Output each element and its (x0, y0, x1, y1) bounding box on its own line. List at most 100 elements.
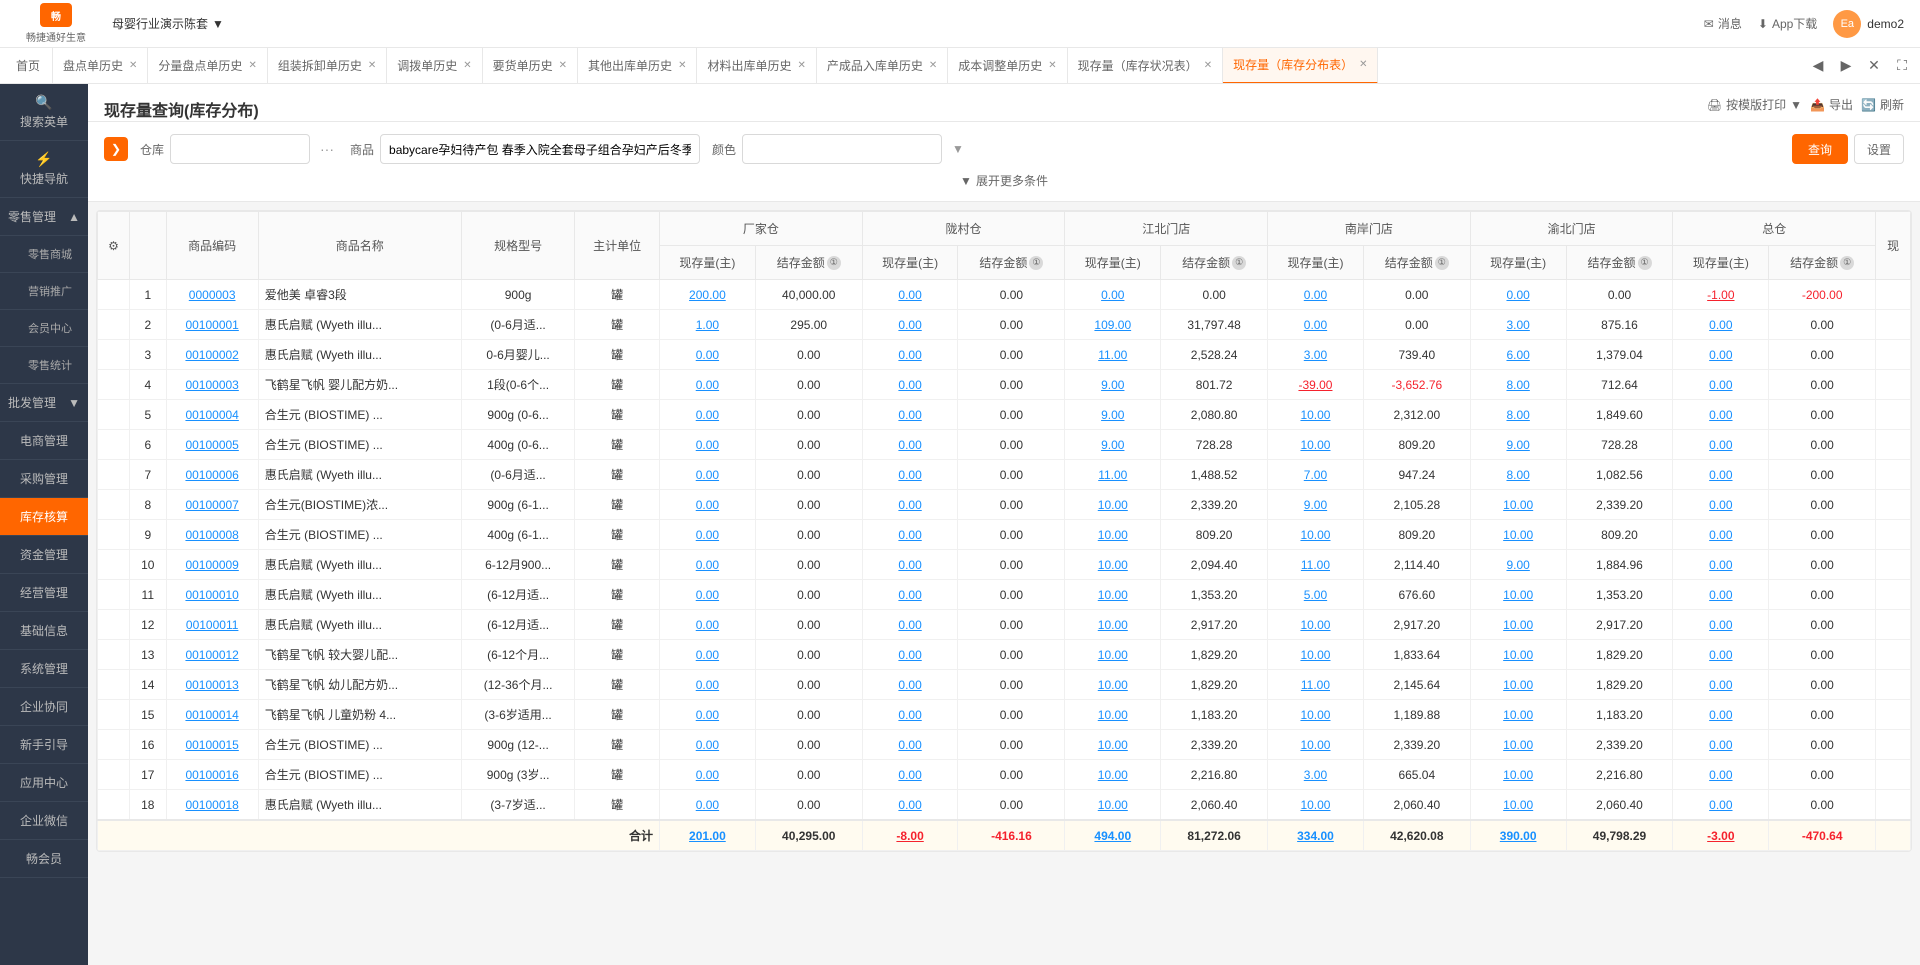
row-na-qty[interactable]: 0.00 (1268, 280, 1364, 310)
summary-yb-qty[interactable]: 390.00 (1470, 820, 1566, 851)
row-lc-qty[interactable]: 0.00 (862, 580, 958, 610)
row-code[interactable]: 00100012 (166, 640, 258, 670)
row-code[interactable]: 00100011 (166, 610, 258, 640)
row-na-qty[interactable]: 7.00 (1268, 460, 1364, 490)
sidebar-item-retail-stats[interactable]: 零售统计 (0, 347, 88, 384)
export-button[interactable]: 📤 导出 (1810, 96, 1853, 113)
row-total-qty[interactable]: 0.00 (1673, 520, 1769, 550)
tab-0-close[interactable]: ✕ (129, 60, 137, 71)
row-jb-qty[interactable]: 10.00 (1065, 670, 1161, 700)
row-code[interactable]: 00100003 (166, 370, 258, 400)
summary-total-qty[interactable]: -3.00 (1673, 820, 1769, 851)
refresh-button[interactable]: 🔄 刷新 (1861, 96, 1904, 113)
sidebar-item-wholesale-mgmt[interactable]: 批发管理 ▼ (0, 384, 88, 422)
sidebar-item-ecommerce[interactable]: 电商管理 (0, 422, 88, 460)
row-fc-qty[interactable]: 200.00 (660, 280, 756, 310)
row-na-qty[interactable]: -39.00 (1268, 370, 1364, 400)
row-fc-qty[interactable]: 0.00 (660, 670, 756, 700)
nav-prev-button[interactable]: ◀ (1804, 52, 1832, 80)
sidebar-item-vip[interactable]: 畅会员 (0, 840, 88, 878)
row-fc-qty[interactable]: 0.00 (660, 460, 756, 490)
row-lc-qty[interactable]: 0.00 (862, 730, 958, 760)
row-code[interactable]: 00100015 (166, 730, 258, 760)
row-yb-qty[interactable]: 10.00 (1470, 610, 1566, 640)
row-lc-qty[interactable]: 0.00 (862, 460, 958, 490)
sidebar-item-operation[interactable]: 经营管理 (0, 574, 88, 612)
row-jb-qty[interactable]: 10.00 (1065, 730, 1161, 760)
row-jb-qty[interactable]: 9.00 (1065, 370, 1161, 400)
message-button[interactable]: ✉ 消息 (1704, 15, 1742, 32)
row-jb-qty[interactable]: 11.00 (1065, 460, 1161, 490)
row-total-qty[interactable]: 0.00 (1673, 400, 1769, 430)
row-total-qty[interactable]: -1.00 (1673, 280, 1769, 310)
row-yb-qty[interactable]: 10.00 (1470, 490, 1566, 520)
row-jb-qty[interactable]: 10.00 (1065, 760, 1161, 790)
row-na-qty[interactable]: 10.00 (1268, 400, 1364, 430)
sidebar-item-marketing[interactable]: 营销推广 (0, 273, 88, 310)
row-yb-qty[interactable]: 8.00 (1470, 370, 1566, 400)
row-code[interactable]: 00100016 (166, 760, 258, 790)
row-jb-qty[interactable]: 10.00 (1065, 790, 1161, 821)
row-na-qty[interactable]: 9.00 (1268, 490, 1364, 520)
tab-10-close[interactable]: ✕ (1359, 59, 1367, 70)
row-lc-qty[interactable]: 0.00 (862, 340, 958, 370)
user-area[interactable]: Ea demo2 (1833, 10, 1904, 38)
nav-close-button[interactable]: ✕ (1860, 52, 1888, 80)
row-total-qty[interactable]: 0.00 (1673, 610, 1769, 640)
row-jb-qty[interactable]: 10.00 (1065, 490, 1161, 520)
warehouse-ellipsis[interactable]: ··· (316, 141, 338, 157)
row-total-qty[interactable]: 0.00 (1673, 580, 1769, 610)
row-fc-qty[interactable]: 0.00 (660, 610, 756, 640)
row-code[interactable]: 00100008 (166, 520, 258, 550)
expand-more-btn[interactable]: ▼ 展开更多条件 (104, 172, 1904, 189)
row-yb-qty[interactable]: 9.00 (1470, 550, 1566, 580)
tab-6-close[interactable]: ✕ (797, 60, 805, 71)
row-code[interactable]: 00100010 (166, 580, 258, 610)
tab-6[interactable]: 材料出库单历史 ✕ (697, 48, 816, 84)
row-yb-qty[interactable]: 10.00 (1470, 580, 1566, 610)
tab-3-close[interactable]: ✕ (463, 60, 471, 71)
row-na-qty[interactable]: 11.00 (1268, 670, 1364, 700)
row-fc-qty[interactable]: 1.00 (660, 310, 756, 340)
tab-8[interactable]: 成本调整单历史 ✕ (948, 48, 1067, 84)
row-total-qty[interactable]: 0.00 (1673, 310, 1769, 340)
sidebar-item-quick-nav[interactable]: ⚡ 快捷导航 (0, 141, 88, 198)
row-yb-qty[interactable]: 10.00 (1470, 700, 1566, 730)
sidebar-item-retail-store[interactable]: 零售商城 (0, 236, 88, 273)
tab-8-close[interactable]: ✕ (1048, 60, 1056, 71)
sidebar-item-basic-info[interactable]: 基础信息 (0, 612, 88, 650)
row-na-qty[interactable]: 10.00 (1268, 700, 1364, 730)
row-na-qty[interactable]: 10.00 (1268, 640, 1364, 670)
row-lc-qty[interactable]: 0.00 (862, 400, 958, 430)
industry-selector[interactable]: 母婴行业演示陈套 ▼ (104, 15, 232, 32)
row-fc-qty[interactable]: 0.00 (660, 430, 756, 460)
print-button[interactable]: 🖨 按模版打印 ▼ (1707, 96, 1802, 113)
row-na-qty[interactable]: 10.00 (1268, 730, 1364, 760)
row-code[interactable]: 00100013 (166, 670, 258, 700)
summary-fc-qty[interactable]: 201.00 (660, 820, 756, 851)
row-na-qty[interactable]: 10.00 (1268, 790, 1364, 821)
row-na-qty[interactable]: 3.00 (1268, 760, 1364, 790)
row-yb-qty[interactable]: 10.00 (1470, 790, 1566, 821)
row-jb-qty[interactable]: 10.00 (1065, 580, 1161, 610)
row-total-qty[interactable]: 0.00 (1673, 790, 1769, 821)
row-jb-qty[interactable]: 10.00 (1065, 700, 1161, 730)
row-jb-qty[interactable]: 9.00 (1065, 430, 1161, 460)
row-fc-qty[interactable]: 0.00 (660, 340, 756, 370)
row-fc-qty[interactable]: 0.00 (660, 760, 756, 790)
row-code[interactable]: 00100005 (166, 430, 258, 460)
tab-9-close[interactable]: ✕ (1204, 60, 1212, 71)
row-jb-qty[interactable]: 9.00 (1065, 400, 1161, 430)
search-button[interactable]: 查询 (1792, 134, 1848, 164)
row-na-qty[interactable]: 10.00 (1268, 610, 1364, 640)
row-fc-qty[interactable]: 0.00 (660, 550, 756, 580)
row-code[interactable]: 00100002 (166, 340, 258, 370)
row-lc-qty[interactable]: 0.00 (862, 280, 958, 310)
row-na-qty[interactable]: 5.00 (1268, 580, 1364, 610)
settings-icon-header[interactable]: ⚙ (98, 212, 130, 280)
tab-10[interactable]: 现存量（库存分布表） ✕ (1223, 48, 1378, 84)
row-na-qty[interactable]: 11.00 (1268, 550, 1364, 580)
row-jb-qty[interactable]: 0.00 (1065, 280, 1161, 310)
row-jb-qty[interactable]: 10.00 (1065, 640, 1161, 670)
row-fc-qty[interactable]: 0.00 (660, 400, 756, 430)
